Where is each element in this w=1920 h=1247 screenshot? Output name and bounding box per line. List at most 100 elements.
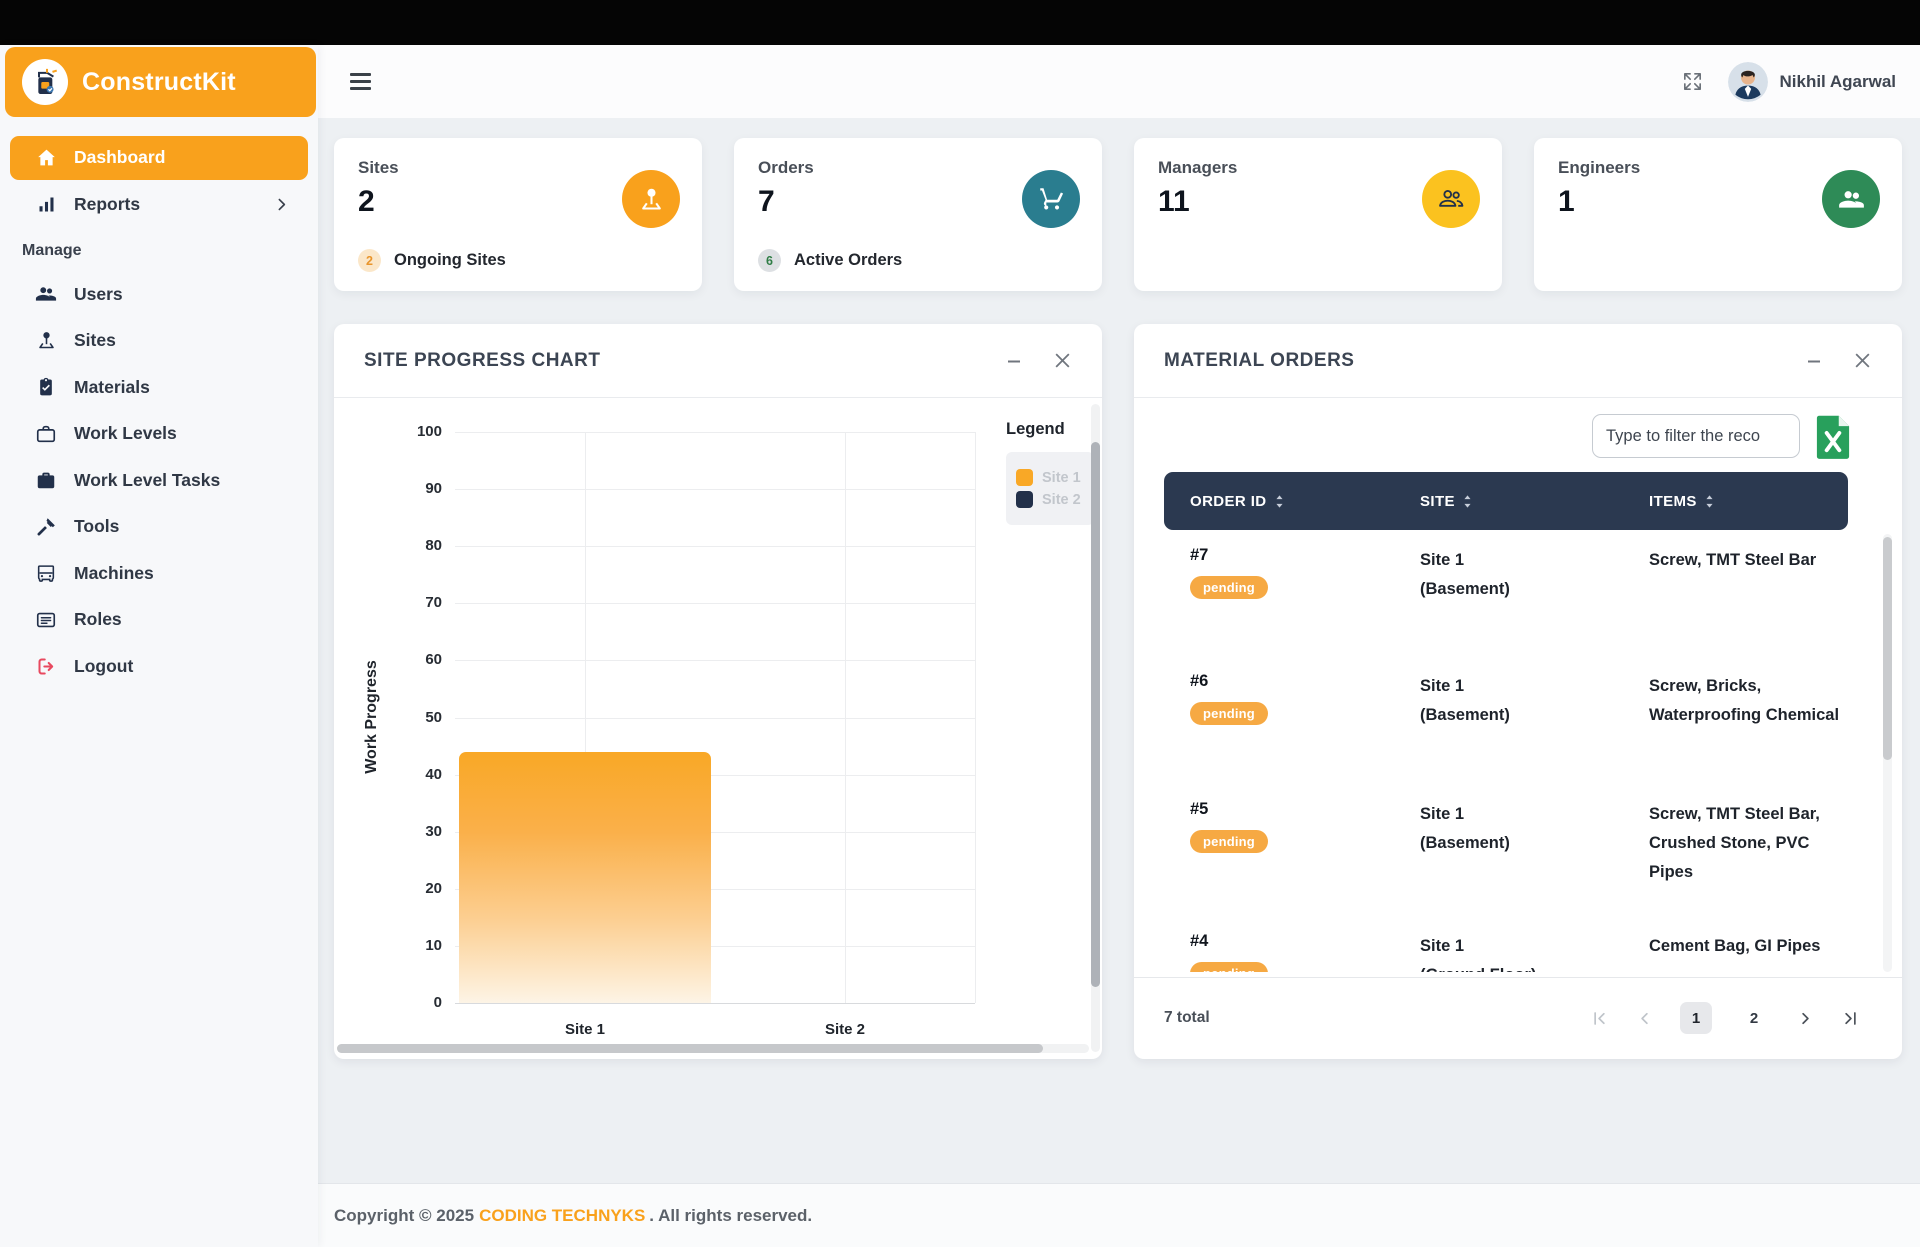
last-page-icon[interactable] [1841, 1009, 1860, 1028]
legend-swatch [1016, 469, 1033, 486]
orders-table-header: ORDER ID SITE ITEMS [1164, 472, 1848, 530]
sidebar-item-work-levels[interactable]: Work Levels [10, 412, 308, 456]
menu-toggle-icon[interactable] [350, 73, 371, 90]
hammer-icon [35, 516, 57, 538]
page-button-2[interactable]: 2 [1738, 1002, 1770, 1034]
sidebar-item-sites[interactable]: Sites [10, 319, 308, 363]
sidebar-item-machines[interactable]: Machines [10, 551, 308, 595]
sidebar-item-work-level-tasks[interactable]: Work Level Tasks [10, 458, 308, 502]
y-axis-tick: 60 [425, 651, 442, 669]
status-badge: pending [1190, 702, 1268, 725]
home-icon [35, 147, 57, 169]
site-progress-panel: SITE PROGRESS CHART 0 10 20 30 40 50 60 70 80 90 1… [334, 324, 1102, 1059]
construction-logo-icon [22, 59, 68, 105]
footer-brand-link[interactable]: CODING TECHNYKS [479, 1206, 645, 1226]
roles-icon [35, 609, 57, 631]
close-icon[interactable] [1853, 351, 1872, 370]
people-outline-icon [1422, 170, 1480, 228]
legend-label: Site 1 [1042, 469, 1081, 486]
chart-vertical-scrollbar[interactable] [1091, 404, 1100, 1052]
sidebar-item-label: Roles [74, 609, 122, 629]
order-site: Site 1 (Basement) [1420, 551, 1510, 598]
briefcase-outline-icon [35, 423, 57, 445]
fullscreen-icon[interactable] [1681, 70, 1704, 93]
card-title: Orders [758, 158, 814, 177]
badge-label: Active Orders [794, 251, 903, 269]
sidebar-item-roles[interactable]: Roles [10, 598, 308, 642]
pagination-bar: 7 total 12 [1134, 977, 1902, 1058]
order-site: Site 1 (Basement) [1420, 677, 1510, 724]
pager: 12 [1590, 1002, 1860, 1034]
machine-icon [35, 562, 57, 584]
column-label: ORDER ID [1190, 492, 1267, 510]
order-items: Screw, TMT Steel Bar, Crushed Stone, PVC… [1649, 805, 1820, 881]
panel-title: SITE PROGRESS CHART [364, 349, 601, 371]
status-badge: pending [1190, 962, 1268, 972]
brand-header[interactable]: ConstructKit [5, 47, 316, 117]
stat-card-orders: Orders 7 6 Active Orders [734, 138, 1102, 291]
y-axis-tick: 30 [425, 822, 442, 840]
sidebar-item-label: Dashboard [74, 147, 166, 167]
legend-title: Legend [1006, 420, 1065, 438]
order-site: Site 1(Ground Floor) [1420, 937, 1536, 972]
sidebar-item-label: Users [74, 283, 123, 304]
page-button-1[interactable]: 1 [1680, 1002, 1712, 1034]
column-label: ITEMS [1649, 492, 1697, 510]
panel-title: MATERIAL ORDERS [1164, 349, 1355, 371]
excel-export-icon[interactable] [1814, 414, 1852, 460]
material-orders-panel: MATERIAL ORDERS ORDER ID SITE ITEMS #7 pend… [1134, 324, 1902, 1059]
legend-item[interactable]: Site 2 [1016, 491, 1084, 508]
filter-input[interactable] [1592, 414, 1800, 458]
bar-site-1[interactable] [458, 751, 712, 1003]
user-menu[interactable]: Nikhil Agarwal [1728, 61, 1896, 102]
sidebar-item-reports[interactable]: Reports [10, 182, 308, 226]
y-axis-tick: 40 [425, 765, 442, 783]
sidebar-item-logout[interactable]: Logout [10, 644, 308, 688]
sidebar-item-label: Sites [74, 330, 116, 350]
next-page-icon[interactable] [1796, 1009, 1815, 1028]
card-title: Engineers [1558, 158, 1641, 177]
sidebar-item-label: Reports [74, 193, 141, 214]
close-icon[interactable] [1053, 351, 1072, 370]
y-axis-tick: 90 [425, 480, 442, 498]
stat-card-managers: Managers 11 [1134, 138, 1502, 291]
legend-item[interactable]: Site 1 [1016, 469, 1084, 486]
y-axis-title: Work Progress [363, 660, 380, 774]
card-title: Managers [1158, 158, 1238, 177]
chevron-right-icon [273, 196, 290, 213]
status-badge: pending [1190, 576, 1268, 599]
sort-icon [1705, 494, 1714, 509]
y-axis-tick: 100 [416, 423, 442, 440]
sidebar: ConstructKit Dashboard Reports Manage Users… [0, 45, 318, 1247]
sidebar-item-users[interactable]: Users [10, 272, 308, 316]
prev-page-icon[interactable] [1635, 1009, 1654, 1028]
table-scrollbar[interactable] [1883, 534, 1892, 972]
bar-chart: 0 10 20 30 40 50 60 70 80 90 100 Site 1 Site 2 Work P… [334, 398, 1102, 1058]
count-badge: 6 [758, 249, 781, 272]
sidebar-item-tools[interactable]: Tools [10, 505, 308, 549]
user-name: Nikhil Agarwal [1779, 71, 1896, 91]
chart-horizontal-scrollbar[interactable] [337, 1044, 1089, 1053]
first-page-icon[interactable] [1590, 1009, 1609, 1028]
minimize-icon[interactable] [1005, 352, 1023, 370]
column-header-order-id[interactable]: ORDER ID [1190, 472, 1284, 530]
users-icon [35, 283, 57, 305]
column-label: SITE [1420, 492, 1455, 510]
column-header-site[interactable]: SITE [1420, 472, 1472, 530]
column-header-items[interactable]: ITEMS [1649, 472, 1714, 530]
nav-section-label: Manage [22, 242, 82, 259]
order-id: #6 [1190, 672, 1209, 690]
order-site: Site 1 (Basement) [1420, 805, 1510, 852]
sort-icon [1275, 494, 1284, 509]
card-title: Sites [358, 158, 399, 177]
clipboard-check-icon [35, 376, 57, 398]
sidebar-item-dashboard[interactable]: Dashboard [10, 135, 308, 180]
sidebar-item-label: Work Levels [74, 423, 177, 443]
avatar [1728, 61, 1769, 102]
order-items: Screw, Bricks, Waterproofing Chemical [1649, 677, 1840, 724]
chart-legend: Legend Site 1 Site 2 [1006, 420, 1094, 525]
minimize-icon[interactable] [1805, 352, 1823, 370]
sidebar-item-materials[interactable]: Materials [10, 365, 308, 409]
total-count: 7 total [1164, 1009, 1210, 1026]
order-items: Cement Bag, GI Pipes [1649, 937, 1821, 955]
